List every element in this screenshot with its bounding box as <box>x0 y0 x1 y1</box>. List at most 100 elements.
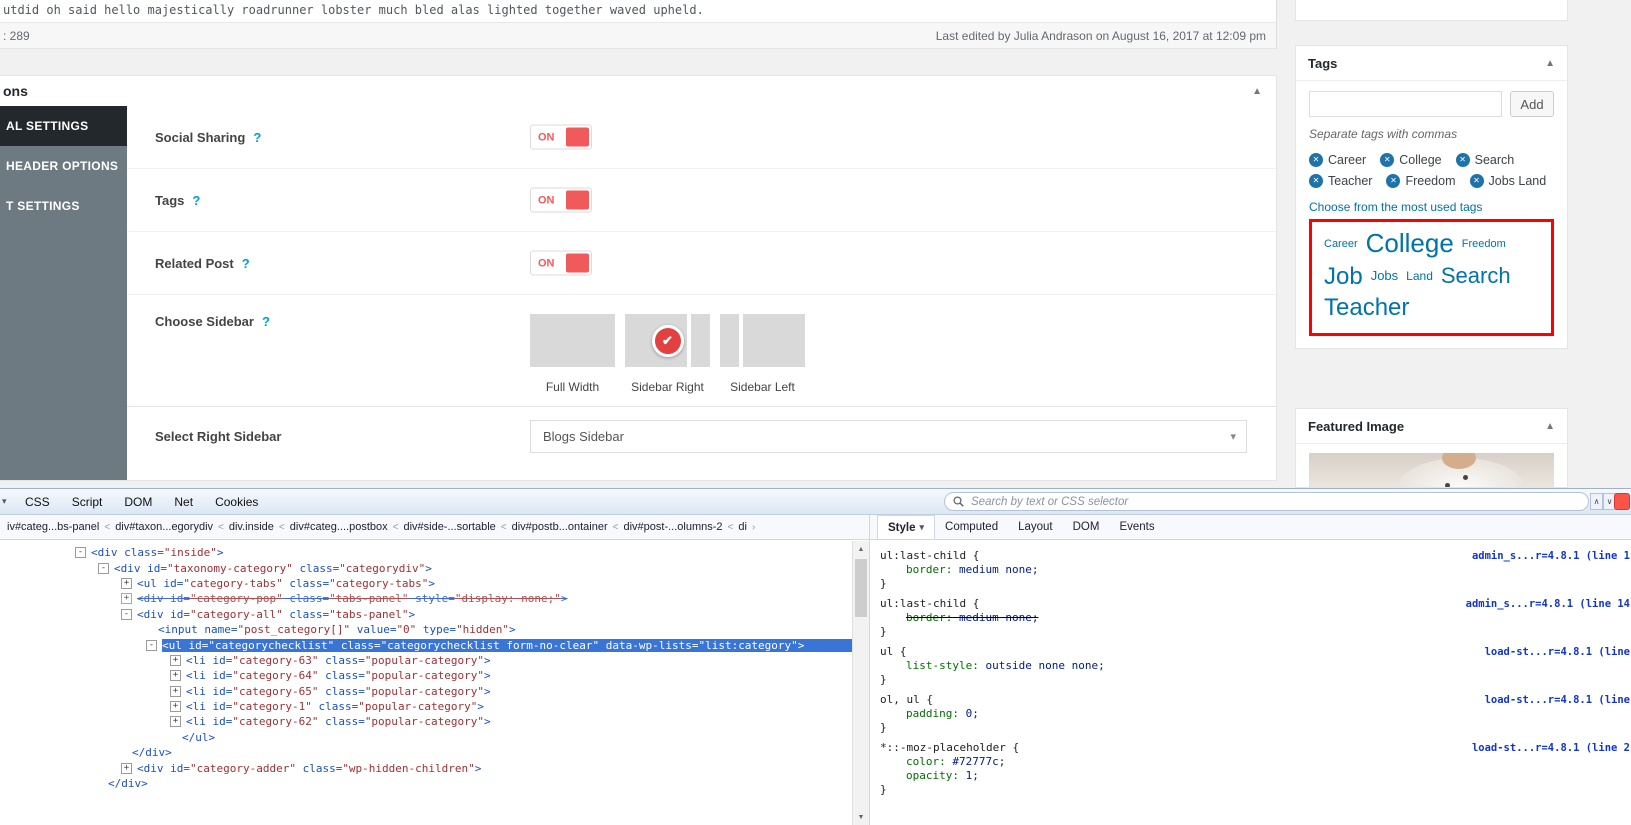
breadcrumb-item[interactable]: iv#categ...bs-panel <box>4 519 102 535</box>
nav-item-header-options[interactable]: HEADER OPTIONS <box>0 146 127 186</box>
editor-content[interactable]: utdid oh said hello majestically roadrun… <box>0 0 1277 23</box>
dom-node[interactable]: + <li id="category-64" class="popular-cat… <box>0 668 852 683</box>
sidebar-option-sidebar-left[interactable]: Sidebar Left <box>720 314 805 394</box>
collapse-node-icon[interactable]: - <box>98 562 109 574</box>
sidebar-option-full-width[interactable]: Full Width <box>530 314 615 394</box>
style-tab-style[interactable]: Style ▾ <box>877 515 936 539</box>
source-link[interactable]: admin_s...r=4.8.1 (line 14 <box>1466 597 1630 611</box>
expand-icon[interactable]: + <box>121 577 132 589</box>
breadcrumb-item[interactable]: div#post-...olumns-2 <box>620 519 725 535</box>
dom-node[interactable]: + <li id="category-65" class="popular-cat… <box>0 684 852 699</box>
collapse-icon[interactable]: ▲ <box>1252 86 1262 97</box>
css-property[interactable]: border: medium none; <box>880 611 1631 625</box>
social-sharing-toggle[interactable]: ON <box>530 124 592 150</box>
help-icon[interactable]: ? <box>242 256 250 271</box>
source-link[interactable]: load-st...r=4.8.1 (line <box>1485 645 1630 659</box>
devtools-tab-net[interactable]: Net <box>163 491 204 513</box>
expand-icon[interactable]: + <box>170 716 181 728</box>
remove-tag-icon[interactable]: ✕ <box>1380 153 1395 167</box>
options-panel-header[interactable]: ons ▲ <box>0 76 1276 107</box>
featured-image-thumbnail[interactable] <box>1309 453 1554 487</box>
nav-item-t-settings[interactable]: T SETTINGS <box>0 186 127 226</box>
right-sidebar-select[interactable]: Blogs Sidebar ▾ <box>530 420 1247 453</box>
devtools-close-button[interactable] <box>1614 493 1630 510</box>
breadcrumb-item[interactable]: div#categ....postbox <box>287 519 391 535</box>
css-selector[interactable]: ul { <box>880 645 907 658</box>
dom-node[interactable]: + <li id="category-1" class="popular-cate… <box>0 699 852 714</box>
help-icon[interactable]: ? <box>253 130 261 145</box>
featured-image-header[interactable]: Featured Image ▲ <box>1296 409 1567 444</box>
expand-icon[interactable]: + <box>121 762 132 774</box>
related-post-toggle[interactable]: ON <box>530 250 592 276</box>
expand-icon[interactable]: + <box>170 654 181 666</box>
search-input[interactable] <box>969 494 1580 509</box>
devtools-tab-dom[interactable]: DOM <box>113 491 163 513</box>
search-prev-button[interactable]: ∧ <box>1590 493 1603 510</box>
expand-icon[interactable]: + <box>121 593 132 605</box>
help-icon[interactable]: ? <box>192 193 200 208</box>
collapse-icon[interactable]: ▲ <box>1545 421 1555 432</box>
css-selector[interactable]: ul:last-child { <box>880 597 979 610</box>
dom-node[interactable]: + <ul id="category-tabs" class="category-… <box>0 576 852 591</box>
dom-node[interactable]: </div> <box>0 745 852 760</box>
cloud-tag-job[interactable]: Job <box>1324 261 1363 292</box>
remove-tag-icon[interactable]: ✕ <box>1309 153 1323 167</box>
css-property[interactable]: color: #72777c; <box>880 755 1631 769</box>
dom-node[interactable]: + <div id="category-adder" class="wp-hidd… <box>0 760 852 775</box>
dom-node[interactable]: <input name="post_category[]" value="0" … <box>0 622 852 637</box>
tags-metabox-header[interactable]: Tags ▲ <box>1296 46 1567 81</box>
collapse-node-icon[interactable]: - <box>121 608 132 620</box>
dom-node[interactable]: + <li id="category-63" class="popular-cat… <box>0 653 852 668</box>
most-used-tags-link[interactable]: Choose from the most used tags <box>1309 200 1554 214</box>
css-selector[interactable]: ol, ul { <box>880 693 933 706</box>
collapse-node-icon[interactable]: - <box>75 547 86 559</box>
remove-tag-icon[interactable]: ✕ <box>1455 153 1470 167</box>
cloud-tag-search[interactable]: Search <box>1441 262 1511 291</box>
css-selector[interactable]: ul:last-child { <box>880 549 979 562</box>
style-tab-layout[interactable]: Layout <box>1008 515 1063 539</box>
devtools-tab-css[interactable]: CSS <box>14 491 61 513</box>
css-property[interactable]: opacity: 1; <box>880 769 1631 783</box>
source-link[interactable]: admin_s...r=4.8.1 (line 1 <box>1472 549 1630 563</box>
css-property[interactable]: list-style: outside none none; <box>880 659 1631 673</box>
nav-item-al-settings[interactable]: AL SETTINGS <box>0 106 127 146</box>
style-tab-events[interactable]: Events <box>1109 515 1164 539</box>
remove-tag-icon[interactable]: ✕ <box>1469 174 1484 188</box>
devtools-tab-cookies[interactable]: Cookies <box>204 491 269 513</box>
partial-tab[interactable]: ▾ <box>2 496 14 507</box>
collapse-icon[interactable]: ▲ <box>1545 58 1555 69</box>
dom-node[interactable]: </div> <box>0 776 852 791</box>
dom-node[interactable]: - <div class="inside"> <box>0 545 852 560</box>
source-link[interactable]: load-st...r=4.8.1 (line 2 <box>1472 741 1630 755</box>
style-tab-computed[interactable]: Computed <box>935 515 1008 539</box>
cloud-tag-career[interactable]: Career <box>1324 237 1358 251</box>
cloud-tag-land[interactable]: Land <box>1406 269 1433 285</box>
breadcrumb-item[interactable]: div#taxon...egorydiv <box>112 519 216 535</box>
cloud-tag-college[interactable]: College <box>1366 227 1454 261</box>
expand-icon[interactable]: + <box>170 685 181 697</box>
scrollbar[interactable]: ▲ ▼ <box>852 541 869 825</box>
cloud-tag-teacher[interactable]: Teacher <box>1324 292 1409 323</box>
expand-icon[interactable]: + <box>170 670 181 682</box>
dom-node[interactable]: + <li id="category-62" class="popular-cat… <box>0 714 852 729</box>
css-selector[interactable]: *::-moz-placeholder { <box>880 741 1019 754</box>
breadcrumb-item[interactable]: div#postb...ontainer <box>509 519 611 535</box>
remove-tag-icon[interactable]: ✕ <box>1386 174 1401 188</box>
help-icon[interactable]: ? <box>262 314 270 329</box>
dom-node[interactable]: - <div id="category-all" class="tabs-pane… <box>0 607 852 622</box>
tags-toggle[interactable]: ON <box>530 187 592 213</box>
expand-icon[interactable]: + <box>170 701 181 713</box>
breadcrumb-item[interactable]: di <box>735 519 750 535</box>
selected-dom-node[interactable]: <ul id="categorychecklist" class="catego… <box>162 638 852 652</box>
add-tag-button[interactable]: Add <box>1510 91 1554 117</box>
css-property[interactable]: border: medium none; <box>880 563 1631 577</box>
dom-node[interactable]: - <div id="taxonomy-category" class="cate… <box>0 560 852 575</box>
collapse-node-icon[interactable]: - <box>146 639 157 651</box>
scrollbar-thumb[interactable] <box>855 559 867 617</box>
scroll-down-icon[interactable]: ▼ <box>853 809 869 825</box>
devtools-search[interactable] <box>944 492 1589 511</box>
devtools-tab-script[interactable]: Script <box>61 491 114 513</box>
scroll-up-icon[interactable]: ▲ <box>853 541 869 557</box>
dom-node[interactable]: - <ul id="categorychecklist" class="categ… <box>0 637 852 652</box>
remove-tag-icon[interactable]: ✕ <box>1309 174 1323 188</box>
